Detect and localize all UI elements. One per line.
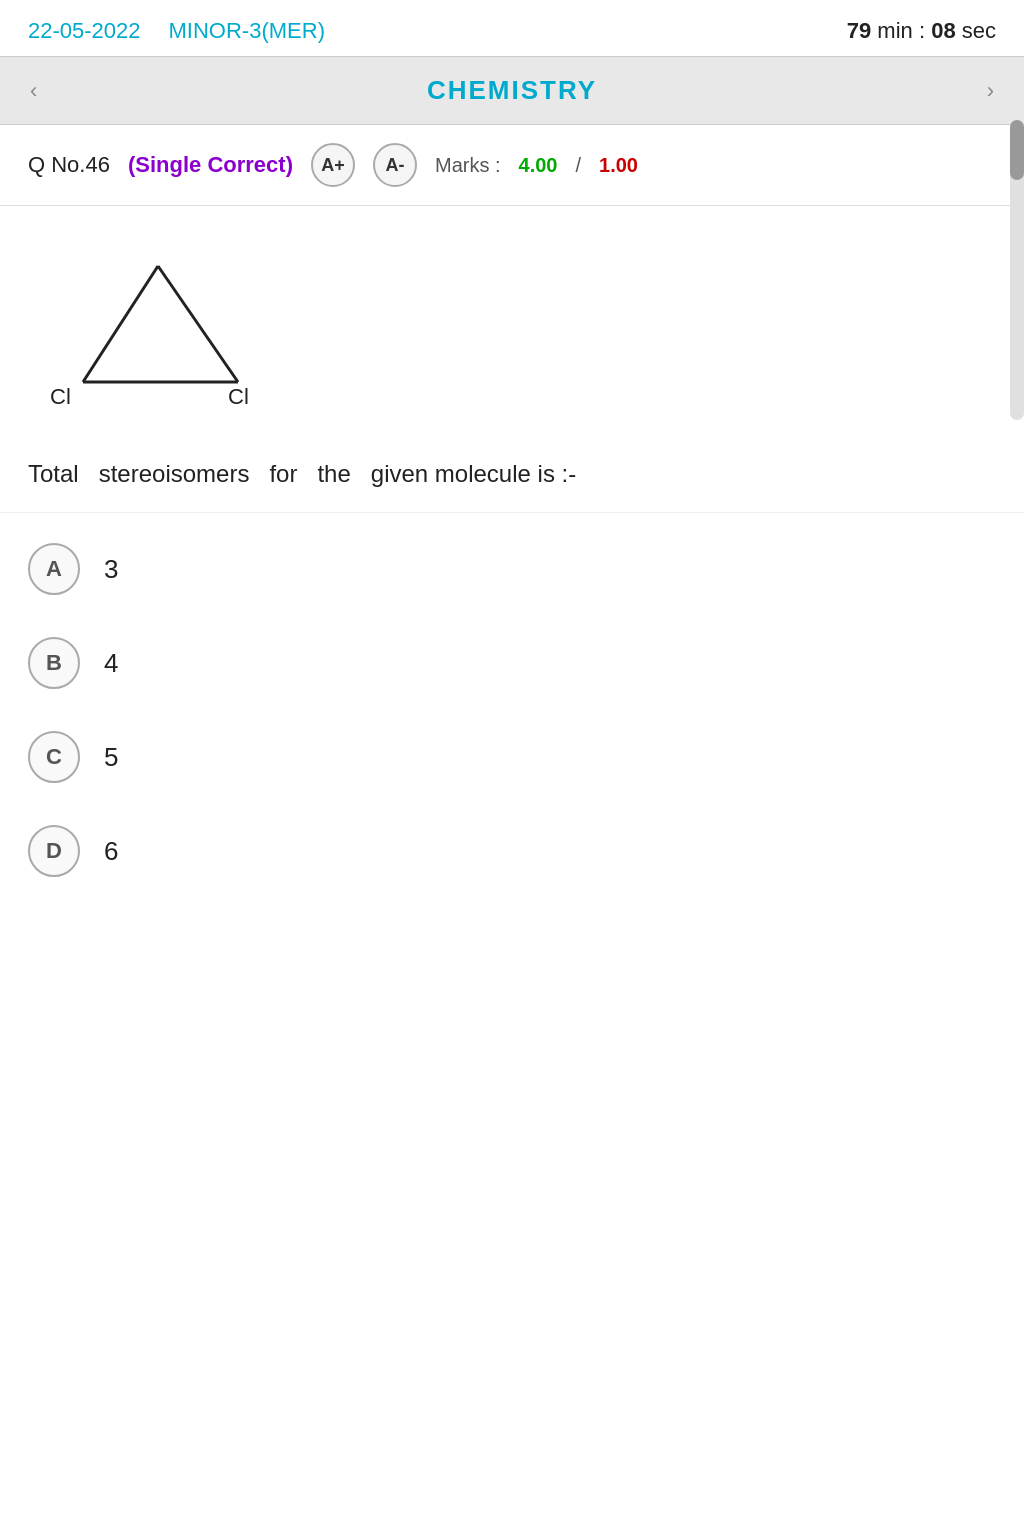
- svg-text:Cl: Cl: [50, 384, 71, 409]
- molecule-svg: Cl Cl: [28, 234, 348, 434]
- scrollbar-track: [1010, 120, 1024, 420]
- timer-sec-label: sec: [962, 18, 996, 43]
- option-row-c[interactable]: C 5: [28, 731, 996, 783]
- option-a-button[interactable]: A: [28, 543, 80, 595]
- exam-date: 22-05-2022: [28, 18, 141, 44]
- marks-positive: 4.00: [519, 154, 558, 177]
- option-a-value: 3: [104, 554, 118, 585]
- question-header: Q No.46 (Single Correct) A+ A- Marks : 4…: [0, 125, 1024, 206]
- molecule-diagram: Cl Cl: [28, 234, 996, 438]
- question-body: Cl Cl Total stereoisomers for the given …: [0, 206, 1024, 513]
- option-b-button[interactable]: B: [28, 637, 80, 689]
- timer-separator: min :: [877, 18, 931, 43]
- option-b-value: 4: [104, 648, 118, 679]
- option-d-button[interactable]: D: [28, 825, 80, 877]
- exam-name: MINOR-3(MER): [169, 18, 325, 44]
- question-type: (Single Correct): [128, 152, 293, 178]
- options-section: A 3 B 4 C 5 D 6: [0, 513, 1024, 949]
- option-d-value: 6: [104, 836, 118, 867]
- svg-text:Cl: Cl: [228, 384, 249, 409]
- next-subject-button[interactable]: ›: [977, 78, 1004, 104]
- option-row-d[interactable]: D 6: [28, 825, 996, 877]
- question-text: Total stereoisomers for the given molecu…: [28, 456, 996, 492]
- marks-label: Marks :: [435, 154, 501, 177]
- marks-slash: /: [575, 154, 581, 177]
- font-increase-button[interactable]: A+: [311, 143, 355, 187]
- scrollbar-thumb[interactable]: [1010, 120, 1024, 180]
- option-row-b[interactable]: B 4: [28, 637, 996, 689]
- header: 22-05-2022 MINOR-3(MER) 79 min : 08 sec: [0, 0, 1024, 56]
- option-c-button[interactable]: C: [28, 731, 80, 783]
- header-left: 22-05-2022 MINOR-3(MER): [28, 18, 325, 44]
- subject-bar: ‹ CHEMISTRY ›: [0, 56, 1024, 125]
- font-decrease-button[interactable]: A-: [373, 143, 417, 187]
- svg-line-0: [83, 266, 158, 382]
- question-number: Q No.46: [28, 152, 110, 178]
- prev-subject-button[interactable]: ‹: [20, 78, 47, 104]
- timer-seconds: 08: [931, 18, 955, 43]
- svg-line-1: [158, 266, 238, 382]
- option-row-a[interactable]: A 3: [28, 543, 996, 595]
- marks-negative: 1.00: [599, 154, 638, 177]
- timer: 79 min : 08 sec: [847, 18, 996, 44]
- subject-title: CHEMISTRY: [47, 75, 976, 106]
- option-c-value: 5: [104, 742, 118, 773]
- timer-minutes: 79: [847, 18, 871, 43]
